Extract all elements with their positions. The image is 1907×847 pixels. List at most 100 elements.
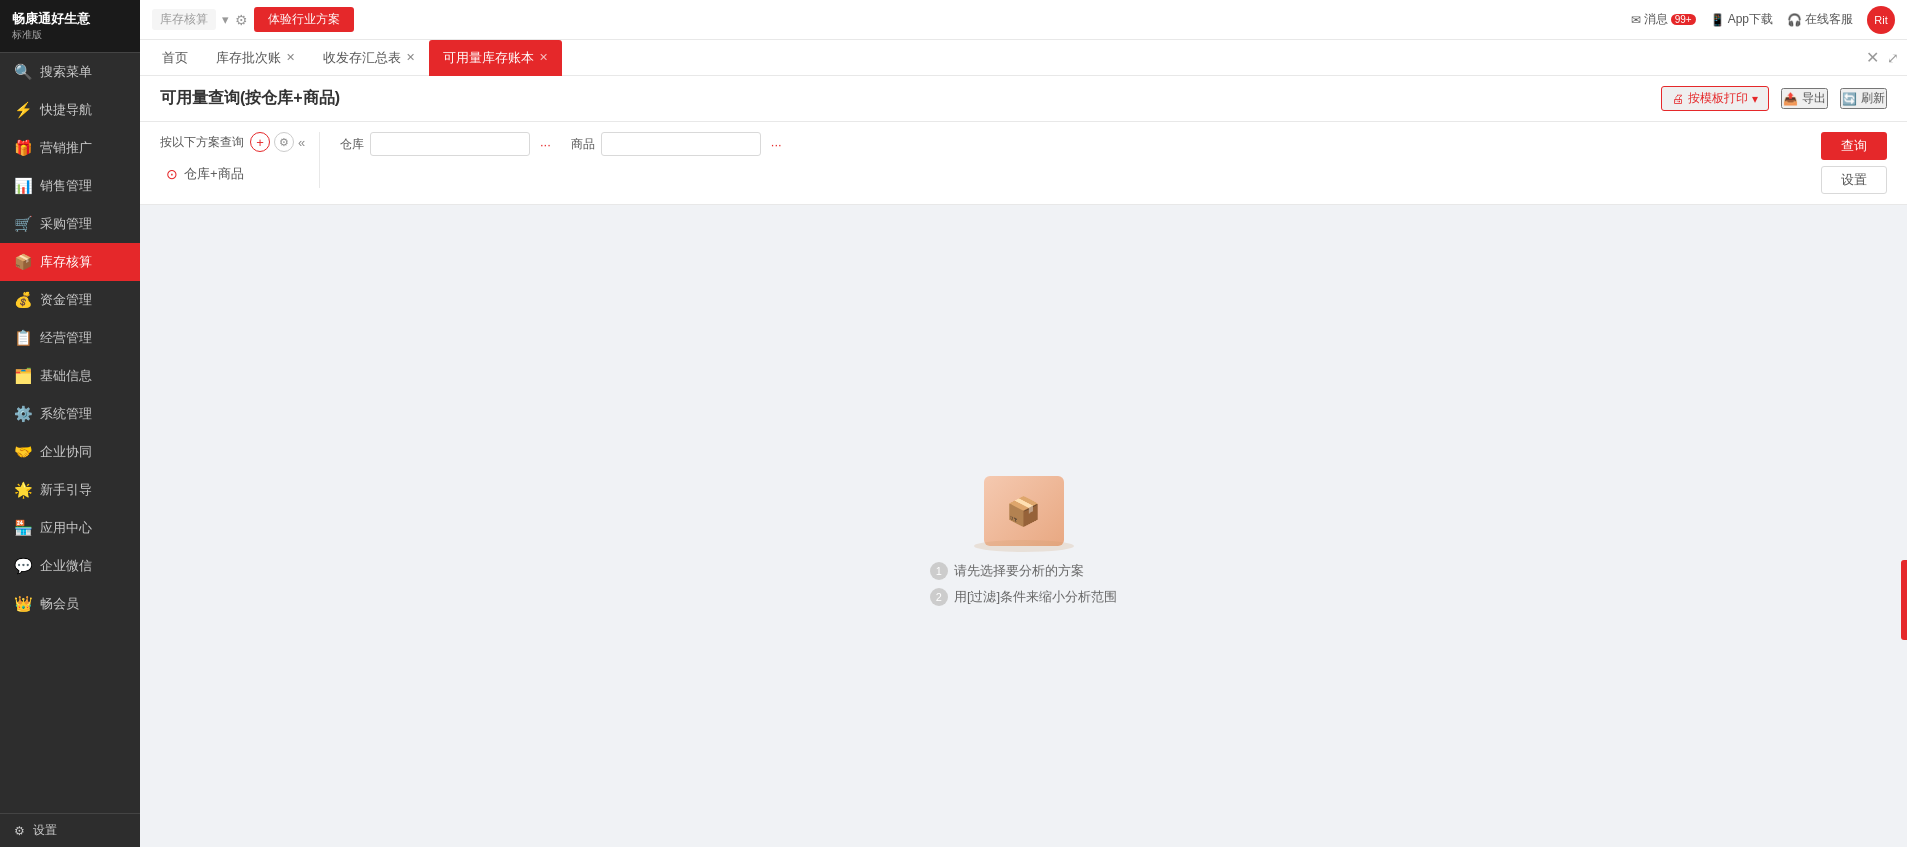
- export-button[interactable]: 📤 导出: [1781, 88, 1828, 109]
- tab-summary[interactable]: 收发存汇总表 ✕: [309, 40, 429, 76]
- sidebar-label-corp: 企业协同: [40, 443, 92, 461]
- scheme-item-icon: ⊙: [166, 166, 178, 182]
- refresh-button[interactable]: 🔄 刷新: [1840, 88, 1887, 109]
- tab-summary-label: 收发存汇总表: [323, 49, 401, 67]
- shortcut-icon: ⚡: [14, 101, 32, 119]
- sidebar-item-operation[interactable]: 📋 经营管理: [0, 319, 140, 357]
- hint-text-1: 请先选择要分析的方案: [954, 562, 1084, 580]
- query-button[interactable]: 查询: [1821, 132, 1887, 160]
- goods-more-button[interactable]: ···: [767, 137, 786, 152]
- sidebar-item-finance[interactable]: 💰 资金管理: [0, 281, 140, 319]
- sidebar-item-appstore[interactable]: 🏪 应用中心: [0, 509, 140, 547]
- hint-num-1: 1: [930, 562, 948, 580]
- refresh-icon: 🔄: [1842, 92, 1857, 106]
- sidebar-label-finance: 资金管理: [40, 291, 92, 309]
- right-edge-indicator: [1901, 560, 1907, 640]
- tab-home[interactable]: 首页: [148, 40, 202, 76]
- filter-area: 按以下方案查询 + ⚙ « ⊙ 仓库+商品 仓库 ···: [140, 122, 1907, 205]
- inventory-icon: 📦: [14, 253, 32, 271]
- hint-num-2: 2: [930, 588, 948, 606]
- sidebar-item-basic[interactable]: 🗂️ 基础信息: [0, 357, 140, 395]
- tab-batch-close-icon[interactable]: ✕: [286, 51, 295, 64]
- goods-label: 商品: [571, 136, 595, 153]
- goods-filter-field: 商品 ···: [571, 132, 786, 156]
- warehouse-input[interactable]: [370, 132, 530, 156]
- settings-icon: ⚙: [14, 824, 25, 838]
- tab-available-qty[interactable]: 可用量库存账本 ✕: [429, 40, 562, 76]
- sidebar-item-corp[interactable]: 🤝 企业协同: [0, 433, 140, 471]
- settings-button[interactable]: 设置: [1821, 166, 1887, 194]
- sidebar-logo: 畅康通好生意 标准版: [0, 0, 140, 53]
- scheme-item-warehouse-goods[interactable]: ⊙ 仓库+商品: [160, 160, 307, 188]
- sidebar-item-wechat[interactable]: 💬 企业微信: [0, 547, 140, 585]
- header-gear-icon[interactable]: ⚙: [235, 12, 248, 28]
- sidebar-nav: 🔍 搜索菜单 ⚡ 快捷导航 🎁 营销推广 📊 销售管理 🛒 采购管理 📦 库存核…: [0, 53, 140, 813]
- purchase-icon: 🛒: [14, 215, 32, 233]
- tab-available-label: 可用量库存账本: [443, 49, 534, 67]
- sidebar-label-wechat: 企业微信: [40, 557, 92, 575]
- tab-summary-close-icon[interactable]: ✕: [406, 51, 415, 64]
- sidebar: 畅康通好生意 标准版 🔍 搜索菜单 ⚡ 快捷导航 🎁 营销推广 📊 销售管理 🛒…: [0, 0, 140, 847]
- sidebar-item-newbie[interactable]: 🌟 新手引导: [0, 471, 140, 509]
- close-all-tabs-icon[interactable]: ✕: [1866, 48, 1879, 67]
- scheme-collapse-icon[interactable]: «: [298, 135, 305, 150]
- headset-icon: 🎧: [1787, 13, 1802, 27]
- messages-area[interactable]: ✉ 消息 99+: [1631, 11, 1696, 28]
- scheme-settings-button[interactable]: ⚙: [274, 132, 294, 152]
- sidebar-label-member: 畅会员: [40, 595, 79, 613]
- operation-icon: 📋: [14, 329, 32, 347]
- app-download-link[interactable]: 📱 App下载: [1710, 11, 1773, 28]
- empty-illustration: 📦: [964, 446, 1084, 546]
- sidebar-bottom[interactable]: ⚙ 设置: [0, 813, 140, 847]
- hint-item-1: 1 请先选择要分析的方案: [930, 562, 1084, 580]
- page-title-bar: 可用量查询(按仓库+商品) 🖨 按模板打印 ▾ 📤 导出 🔄 刷新: [140, 76, 1907, 122]
- scheme-item-label: 仓库+商品: [184, 165, 244, 183]
- query-actions: 查询 设置: [1821, 132, 1887, 194]
- sidebar-item-system[interactable]: ⚙️ 系统管理: [0, 395, 140, 433]
- hint-item-2: 2 用[过滤]条件来缩小分析范围: [930, 588, 1117, 606]
- scheme-header: 按以下方案查询 + ⚙ «: [160, 132, 307, 152]
- app-subtitle: 标准版: [12, 28, 128, 42]
- member-icon: 👑: [14, 595, 32, 613]
- scheme-actions: + ⚙ «: [250, 132, 305, 152]
- tabs-actions: ✕ ⤢: [1866, 48, 1899, 67]
- sidebar-label-sales: 销售管理: [40, 177, 92, 195]
- sidebar-label-system: 系统管理: [40, 405, 92, 423]
- print-button[interactable]: 🖨 按模板打印 ▾: [1661, 86, 1769, 111]
- app-download-label: App下载: [1728, 11, 1773, 28]
- content-area: 📦 1 请先选择要分析的方案 2 用[过滤]条件来缩小分析范围: [140, 205, 1907, 847]
- filter-fields: 仓库 ··· 商品 ···: [320, 132, 1809, 156]
- sidebar-item-sales[interactable]: 📊 销售管理: [0, 167, 140, 205]
- newbie-icon: 🌟: [14, 481, 32, 499]
- sidebar-item-purchase[interactable]: 🛒 采购管理: [0, 205, 140, 243]
- online-service-link[interactable]: 🎧 在线客服: [1787, 11, 1853, 28]
- message-badge: 99+: [1671, 14, 1696, 25]
- sidebar-item-shortcut[interactable]: ⚡ 快捷导航: [0, 91, 140, 129]
- sidebar-item-marketing[interactable]: 🎁 营销推广: [0, 129, 140, 167]
- export-label: 导出: [1802, 90, 1826, 107]
- empty-hint: 1 请先选择要分析的方案 2 用[过滤]条件来缩小分析范围: [930, 562, 1117, 606]
- tab-batch-account[interactable]: 库存批次账 ✕: [202, 40, 309, 76]
- sidebar-label-search: 搜索菜单: [40, 63, 92, 81]
- scheme-add-button[interactable]: +: [250, 132, 270, 152]
- header-right: ✉ 消息 99+ 📱 App下载 🎧 在线客服 Rit: [1631, 6, 1895, 34]
- print-dropdown-icon[interactable]: ▾: [1752, 92, 1758, 106]
- tab-available-close-icon[interactable]: ✕: [539, 51, 548, 64]
- print-icon: 🖨: [1672, 92, 1684, 106]
- sidebar-item-search[interactable]: 🔍 搜索菜单: [0, 53, 140, 91]
- trial-button[interactable]: 体验行业方案: [254, 7, 354, 32]
- sidebar-item-inventory[interactable]: 📦 库存核算: [0, 243, 140, 281]
- marketing-icon: 🎁: [14, 139, 32, 157]
- sidebar-item-member[interactable]: 👑 畅会员: [0, 585, 140, 623]
- export-icon: 📤: [1783, 92, 1798, 106]
- breadcrumb-dropdown-icon[interactable]: ▾: [222, 12, 229, 27]
- warehouse-more-button[interactable]: ···: [536, 137, 555, 152]
- goods-input[interactable]: [601, 132, 761, 156]
- sidebar-label-operation: 经营管理: [40, 329, 92, 347]
- expand-icon[interactable]: ⤢: [1887, 50, 1899, 66]
- corp-icon: 🤝: [14, 443, 32, 461]
- page-actions: 🖨 按模板打印 ▾ 📤 导出 🔄 刷新: [1661, 86, 1887, 111]
- system-icon: ⚙️: [14, 405, 32, 423]
- basic-icon: 🗂️: [14, 367, 32, 385]
- user-avatar[interactable]: Rit: [1867, 6, 1895, 34]
